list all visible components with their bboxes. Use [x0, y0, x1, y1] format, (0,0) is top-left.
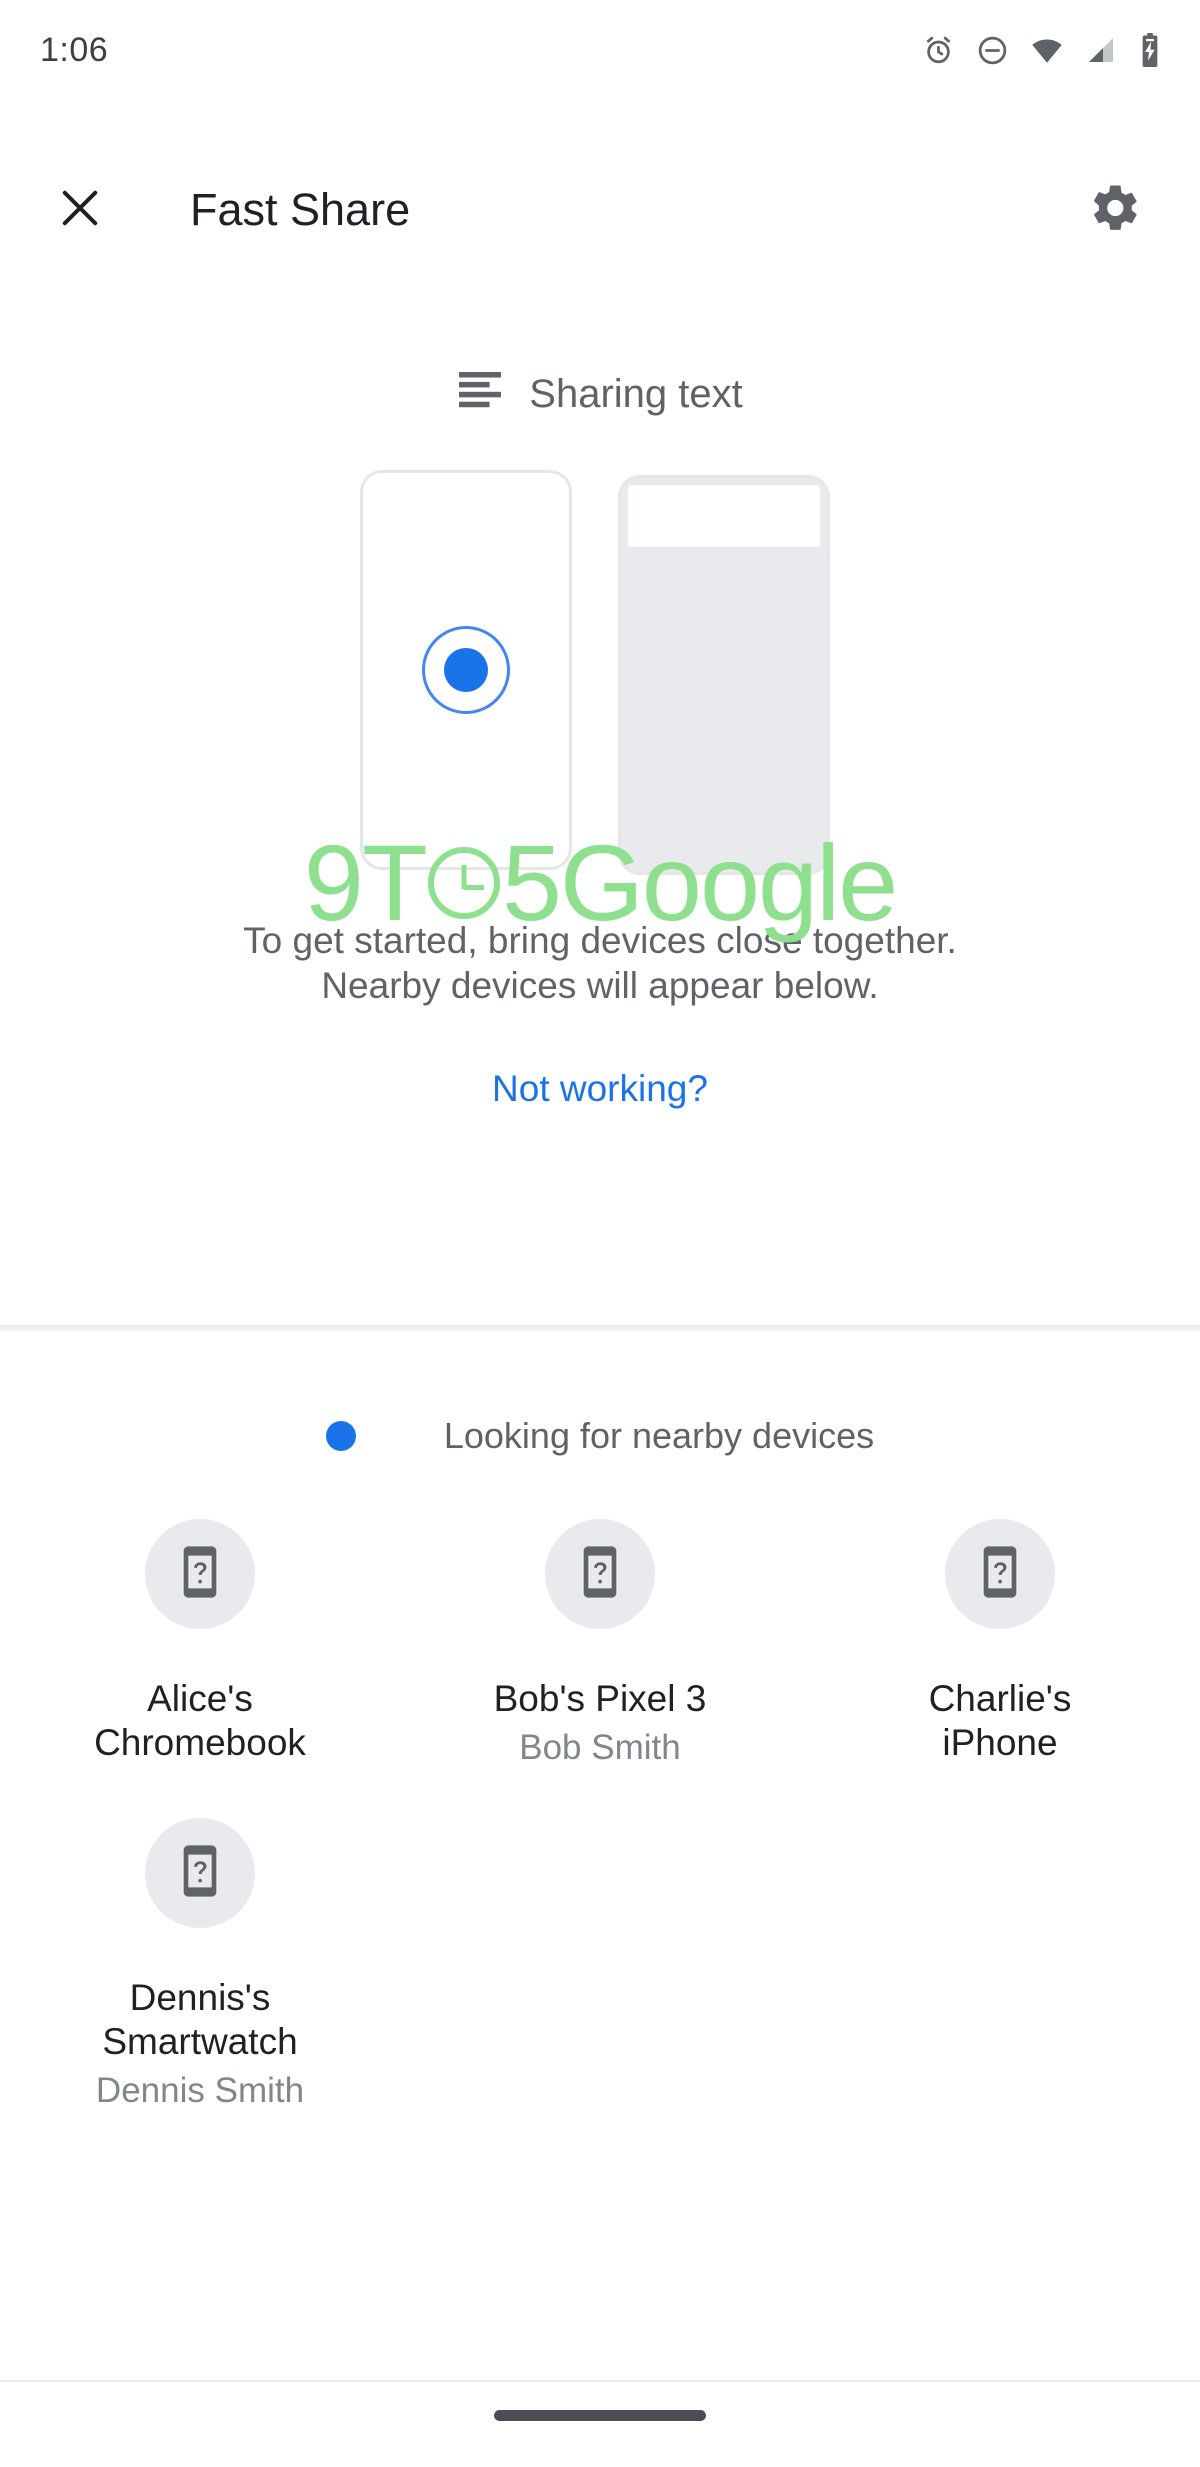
scanning-status-label: Looking for nearby devices — [443, 1415, 875, 1456]
share-panel: Sharing text 9T 5Google To get started, … — [0, 265, 1200, 1325]
device-name: Charlie's iPhone — [928, 1678, 1072, 1763]
status-bar-icons — [922, 33, 1162, 67]
scanning-status-row: Looking for nearby devices — [0, 1415, 1200, 1457]
status-bar: 1:06 — [0, 0, 1200, 100]
receiver-phone-illustration — [618, 475, 830, 875]
device-name: Bob's Pixel 3 — [493, 1678, 707, 1719]
system-nav-bar — [0, 2382, 1200, 2467]
unknown-device-icon — [172, 1544, 228, 1605]
receiver-phone-screen-bar — [628, 485, 820, 547]
avatar — [144, 1519, 255, 1629]
unknown-device-icon — [172, 1843, 228, 1904]
device-tile[interactable]: Alice's Chromebook — [0, 1519, 400, 1770]
app-bar: Fast Share — [0, 155, 1200, 265]
device-name: Dennis's Smartwatch — [102, 1977, 298, 2062]
not-working-link[interactable]: Not working? — [0, 1068, 1200, 1110]
instructions-line-1: To get started, bring devices close toge… — [243, 920, 957, 961]
settings-button[interactable] — [1060, 155, 1170, 265]
do-not-disturb-icon — [976, 34, 1009, 67]
instructions-line-2: Nearby devices will appear below. — [321, 965, 879, 1007]
pairing-pulse-ring — [422, 626, 510, 714]
device-tile[interactable]: Bob's Pixel 3 Bob Smith — [400, 1519, 800, 1770]
close-icon — [54, 182, 106, 239]
sharing-type-label: Sharing text — [529, 372, 743, 416]
device-owner: Dennis Smith — [95, 2070, 305, 2110]
wifi-icon — [1030, 33, 1064, 67]
battery-charging-icon — [1138, 33, 1162, 67]
device-tile[interactable]: Dennis's Smartwatch Dennis Smith — [0, 1818, 400, 2111]
unknown-device-icon — [572, 1544, 628, 1605]
device-pairing-illustration — [360, 470, 840, 890]
scanning-indicator-dot — [325, 1421, 356, 1451]
device-name: Alice's Chromebook — [94, 1678, 306, 1763]
unknown-device-icon — [972, 1544, 1028, 1605]
device-owner: Bob Smith — [519, 1727, 681, 1767]
close-button[interactable] — [25, 155, 135, 265]
sharing-type-row: Sharing text — [0, 372, 1200, 417]
cellular-signal-icon — [1085, 34, 1117, 66]
text-lines-icon — [457, 372, 503, 417]
avatar — [944, 1519, 1055, 1629]
fast-share-screen: 1:06 Fast Share Sharing text 9T 5Google … — [0, 0, 1200, 2467]
device-grid: Alice's Chromebook Bob's Pixel 3 Bob Smi… — [0, 1519, 1200, 2159]
nearby-devices-sheet: Looking for nearby devices Alice's Chrom… — [0, 1333, 1200, 2400]
alarm-icon — [922, 34, 955, 67]
sender-phone-illustration — [360, 470, 572, 870]
status-bar-time: 1:06 — [40, 30, 109, 69]
instructions: To get started, bring devices close toge… — [0, 918, 1200, 1008]
pairing-dot — [444, 648, 488, 692]
home-gesture-pill[interactable] — [494, 2410, 706, 2421]
avatar — [144, 1818, 255, 1929]
page-title: Fast Share — [190, 184, 411, 235]
device-tile[interactable]: Charlie's iPhone — [800, 1519, 1200, 1770]
panel-divider — [0, 1325, 1200, 1333]
gear-icon — [1088, 181, 1142, 240]
avatar — [544, 1519, 655, 1629]
